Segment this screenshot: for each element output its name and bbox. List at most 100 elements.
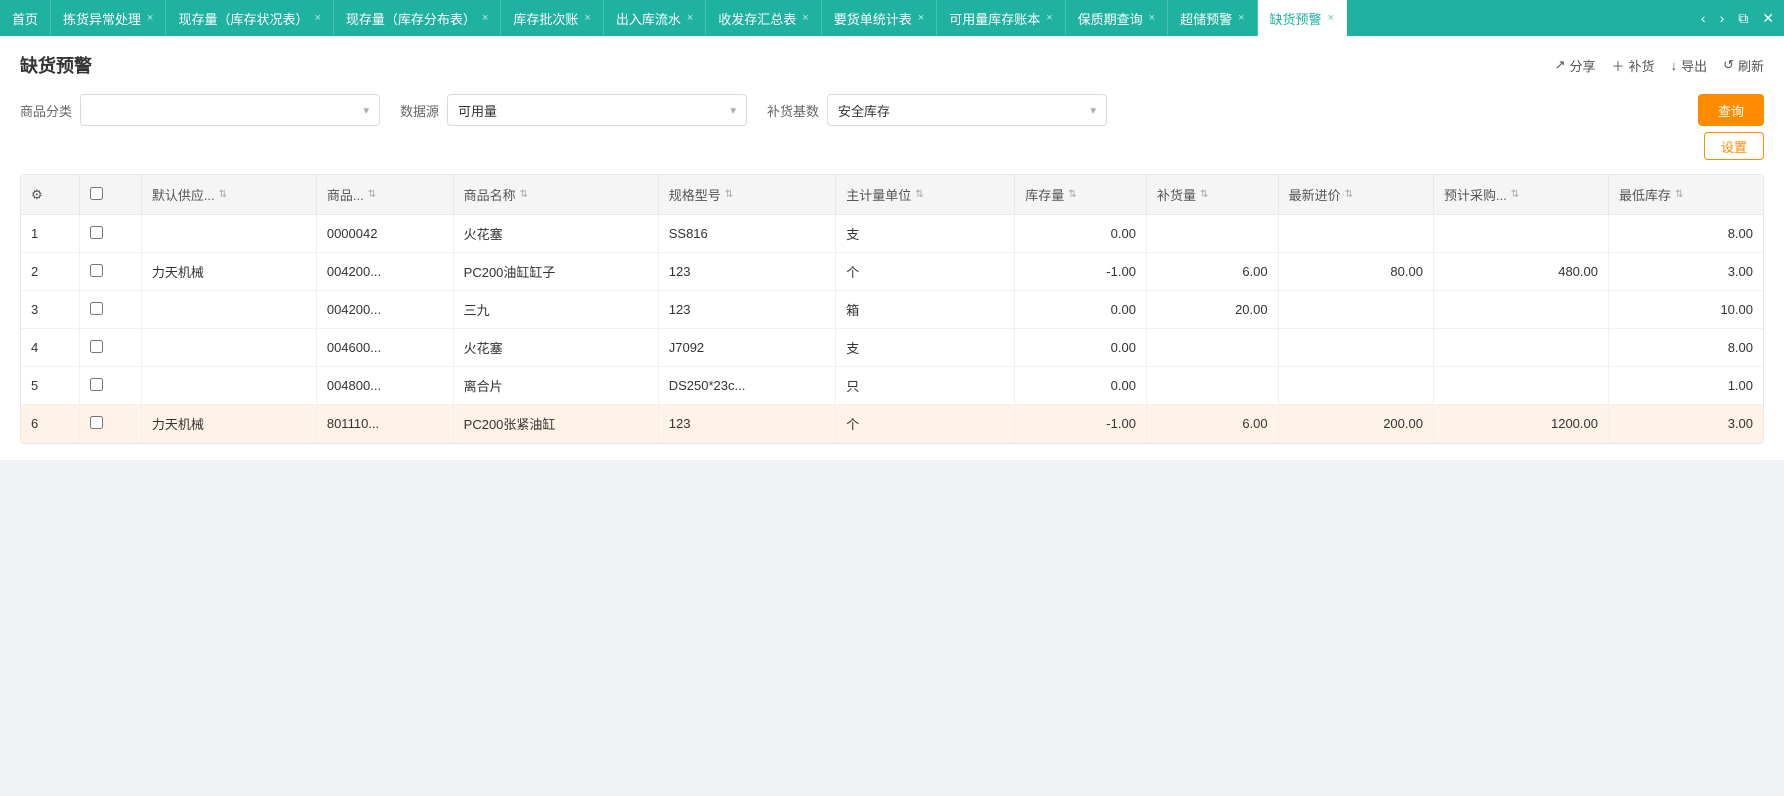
datasource-select-value: 可用量 bbox=[458, 101, 497, 120]
cell-checkbox[interactable] bbox=[79, 405, 141, 443]
col-header-spec[interactable]: 规格型号⇅ bbox=[658, 175, 836, 215]
cell-stock: -1.00 bbox=[1015, 253, 1147, 291]
row-checkbox[interactable] bbox=[90, 378, 103, 391]
cell-latest_price bbox=[1278, 367, 1433, 405]
tab-item-0[interactable]: 首页 bbox=[0, 0, 51, 36]
tab-close-icon[interactable]: × bbox=[802, 12, 808, 24]
tab-item-9[interactable]: 保质期查询 × bbox=[1066, 0, 1168, 36]
col-header-latest_price[interactable]: 最新进价⇅ bbox=[1278, 175, 1433, 215]
cell-num: 4 bbox=[21, 329, 79, 367]
cell-unit: 支 bbox=[836, 215, 1015, 253]
gear-icon[interactable]: ⚙ bbox=[31, 187, 43, 202]
cell-default_supplier: 力天机械 bbox=[141, 253, 316, 291]
sort-estimated_purchase[interactable]: 预计采购...⇅ bbox=[1444, 185, 1519, 204]
col-header-replenish_qty[interactable]: 补货量⇅ bbox=[1146, 175, 1278, 215]
sort-unit[interactable]: 主计量单位⇅ bbox=[846, 185, 923, 204]
sort-min_stock[interactable]: 最低库存⇅ bbox=[1619, 185, 1683, 204]
sort-product_name[interactable]: 商品名称⇅ bbox=[464, 185, 528, 204]
settings-button[interactable]: 设置 bbox=[1704, 132, 1764, 160]
tab-item-4[interactable]: 库存批次账× bbox=[501, 0, 603, 36]
tab-bar: 首页拣货异常处理×现存量（库存状况表）×现存量（库存分布表）×库存批次账×出入库… bbox=[0, 0, 1784, 36]
data-table-container: ⚙ 默认供应...⇅ 商品...⇅ 商品名称⇅ 规格型号⇅ 主计量单位⇅ 库存量⇅ 补货量⇅ 最… bbox=[20, 174, 1764, 444]
tab-item-7[interactable]: 要货单统计表× bbox=[822, 0, 937, 36]
col-header-unit[interactable]: 主计量单位⇅ bbox=[836, 175, 1015, 215]
tab-close-icon[interactable]: × bbox=[482, 12, 488, 24]
col-header-estimated_purchase[interactable]: 预计采购...⇅ bbox=[1433, 175, 1608, 215]
tab-label: 首页 bbox=[12, 9, 38, 28]
sort-stock[interactable]: 库存量⇅ bbox=[1025, 185, 1076, 204]
tab-close-icon[interactable]: × bbox=[1238, 12, 1244, 24]
row-checkbox[interactable] bbox=[90, 302, 103, 315]
table-row: 10000042火花塞SS816支0.008.00 bbox=[21, 215, 1763, 253]
cell-checkbox[interactable] bbox=[79, 329, 141, 367]
window-close[interactable]: ✕ bbox=[1756, 8, 1780, 29]
sort-spec[interactable]: 规格型号⇅ bbox=[669, 185, 733, 204]
tab-item-2[interactable]: 现存量（库存状况表）× bbox=[166, 0, 333, 36]
tab-item-11[interactable]: 缺货预警 × bbox=[1258, 0, 1347, 36]
sort-replenish_qty[interactable]: 补货量⇅ bbox=[1157, 185, 1208, 204]
tab-label: 现存量（库存分布表） bbox=[346, 9, 476, 28]
col-header-min_stock[interactable]: 最低库存⇅ bbox=[1608, 175, 1763, 215]
tab-item-10[interactable]: 超储预警× bbox=[1168, 0, 1257, 36]
tab-close-icon[interactable]: × bbox=[314, 12, 320, 24]
col-header-default_supplier[interactable]: 默认供应...⇅ bbox=[141, 175, 316, 215]
table-row: 6力天机械801110...PC200张紧油缸123个-1.006.00200.… bbox=[21, 405, 1763, 443]
category-select[interactable]: ▾ bbox=[80, 94, 380, 126]
export-icon: ↓ bbox=[1671, 58, 1678, 73]
tab-item-8[interactable]: 可用量库存账本× bbox=[937, 0, 1065, 36]
cell-stock: 0.00 bbox=[1015, 215, 1147, 253]
datasource-select[interactable]: 可用量 ▾ bbox=[447, 94, 747, 126]
tab-label: 缺货预警 bbox=[1270, 9, 1322, 28]
cell-min_stock: 8.00 bbox=[1608, 215, 1763, 253]
query-button[interactable]: 查询 bbox=[1698, 94, 1764, 126]
row-checkbox[interactable] bbox=[90, 264, 103, 277]
cell-product_name: PC200油缸缸子 bbox=[453, 253, 658, 291]
window-restore[interactable]: ⧉ bbox=[1732, 8, 1754, 29]
tab-label: 收发存汇总表 bbox=[718, 9, 796, 28]
cell-stock: 0.00 bbox=[1015, 329, 1147, 367]
tab-label: 保质期查询 bbox=[1078, 9, 1143, 28]
sort-latest_price[interactable]: 最新进价⇅ bbox=[1289, 185, 1353, 204]
tab-item-6[interactable]: 收发存汇总表 × bbox=[706, 0, 821, 36]
page-header: 缺货预警 ↗ 分享 ＋ 补货 ↓ 导出 ↺ 刷新 bbox=[20, 52, 1764, 78]
col-header-stock[interactable]: 库存量⇅ bbox=[1015, 175, 1147, 215]
col-label-spec: 规格型号 bbox=[669, 185, 721, 204]
tab-close-icon[interactable]: × bbox=[1149, 12, 1155, 24]
cell-checkbox[interactable] bbox=[79, 367, 141, 405]
col-header-product_code[interactable]: 商品...⇅ bbox=[316, 175, 453, 215]
tab-nav-left[interactable]: ‹ bbox=[1695, 8, 1712, 28]
row-checkbox[interactable] bbox=[90, 340, 103, 353]
cell-replenish_qty bbox=[1146, 329, 1278, 367]
cell-min_stock: 3.00 bbox=[1608, 253, 1763, 291]
tab-item-3[interactable]: 现存量（库存分布表） × bbox=[334, 0, 501, 36]
tab-nav-right[interactable]: › bbox=[1714, 8, 1731, 28]
refresh-icon: ↺ bbox=[1723, 57, 1734, 73]
cell-checkbox[interactable] bbox=[79, 253, 141, 291]
category-filter-group: 商品分类 ▾ bbox=[20, 94, 380, 126]
cell-stock: 0.00 bbox=[1015, 291, 1147, 329]
tab-close-icon[interactable]: × bbox=[584, 12, 590, 24]
tab-close-icon[interactable]: × bbox=[1328, 12, 1334, 24]
row-checkbox[interactable] bbox=[90, 226, 103, 239]
col-header-product_name[interactable]: 商品名称⇅ bbox=[453, 175, 658, 215]
share-action[interactable]: ↗ 分享 bbox=[1555, 56, 1596, 75]
tab-close-icon[interactable]: × bbox=[147, 12, 153, 24]
sort-default_supplier[interactable]: 默认供应...⇅ bbox=[152, 185, 227, 204]
replenish-action[interactable]: ＋ 补货 bbox=[1612, 56, 1655, 75]
tab-item-5[interactable]: 出入库流水× bbox=[604, 0, 706, 36]
tab-label: 拣货异常处理 bbox=[63, 9, 141, 28]
tab-close-icon[interactable]: × bbox=[1046, 12, 1052, 24]
tab-item-1[interactable]: 拣货异常处理 × bbox=[51, 0, 166, 36]
tab-close-icon[interactable]: × bbox=[687, 12, 693, 24]
cell-checkbox[interactable] bbox=[79, 291, 141, 329]
select-all-checkbox[interactable] bbox=[90, 187, 103, 200]
replenish-base-select[interactable]: 安全库存 ▾ bbox=[827, 94, 1107, 126]
tab-close-icon[interactable]: × bbox=[918, 12, 924, 24]
row-checkbox[interactable] bbox=[90, 416, 103, 429]
cell-default_supplier bbox=[141, 291, 316, 329]
refresh-action[interactable]: ↺ 刷新 bbox=[1723, 56, 1764, 75]
cell-stock: 0.00 bbox=[1015, 367, 1147, 405]
cell-checkbox[interactable] bbox=[79, 215, 141, 253]
sort-product_code[interactable]: 商品...⇅ bbox=[327, 185, 376, 204]
export-action[interactable]: ↓ 导出 bbox=[1671, 56, 1708, 75]
